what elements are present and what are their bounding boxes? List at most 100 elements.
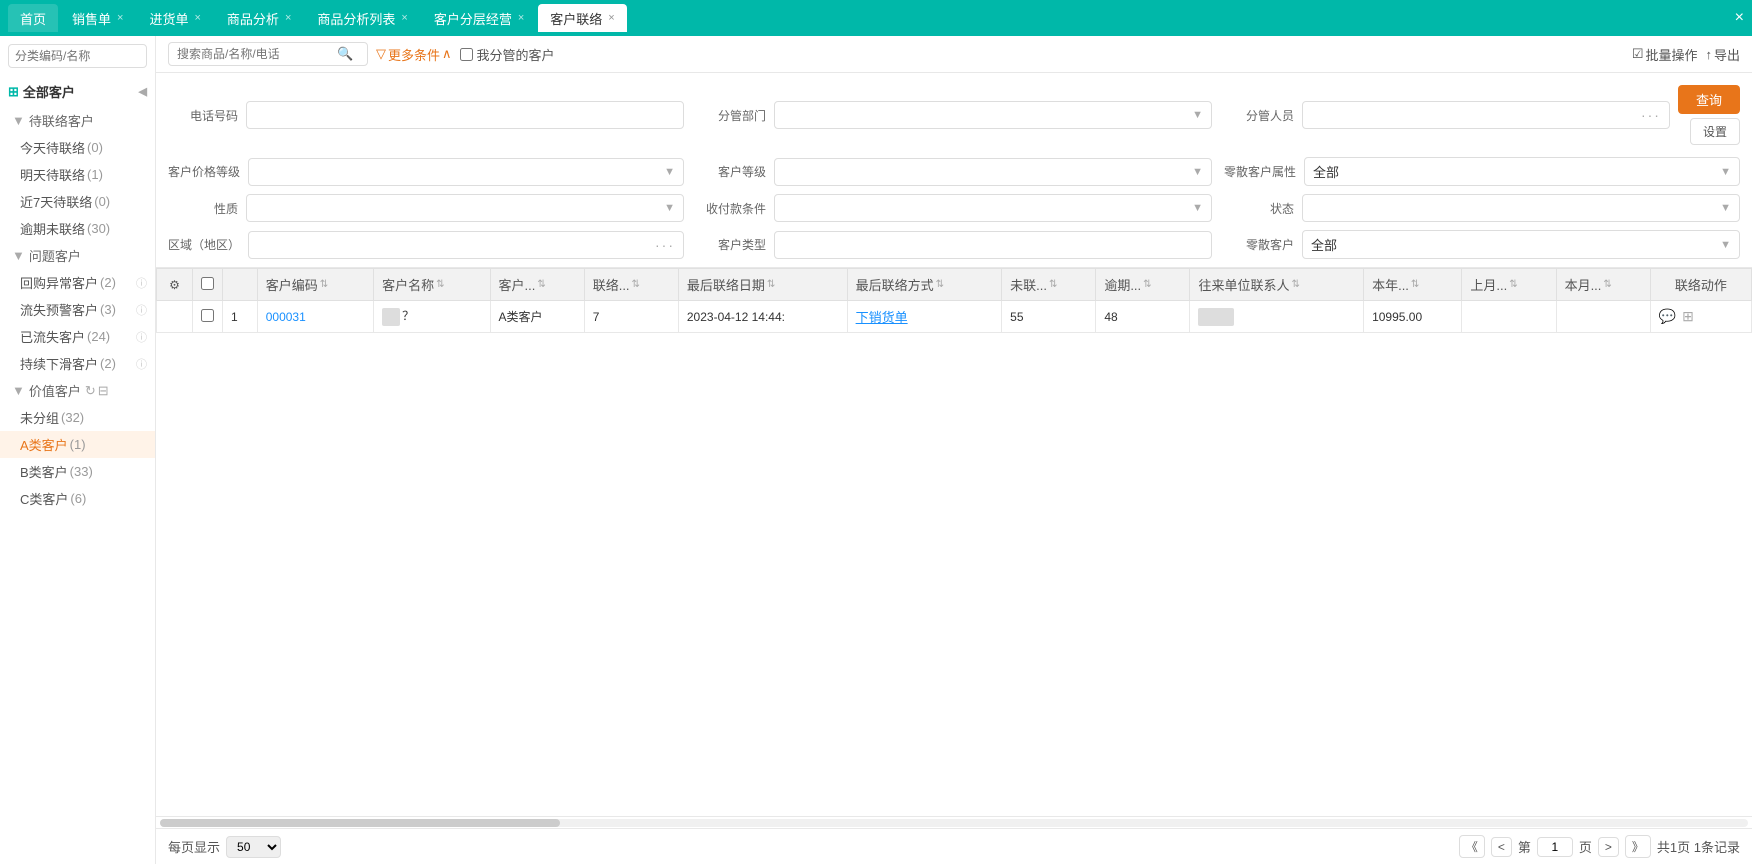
scrollbar-track[interactable] — [160, 819, 1748, 827]
sidebar-item-pending[interactable]: 今天待联络(0) — [0, 134, 155, 161]
nav-tab-sales[interactable]: 销售单× — [60, 4, 135, 32]
last-method-cell[interactable]: 下销货单 — [847, 301, 1002, 333]
sidebar-item-problem[interactable]: 已流失客户(24)ⓘ — [0, 323, 155, 350]
phone-input[interactable] — [246, 101, 684, 129]
last-date-col-header[interactable]: 最后联络日期⇅ — [678, 269, 847, 301]
this-month-col-header[interactable]: 本月...⇅ — [1556, 269, 1650, 301]
filter-search-box[interactable]: 🔍 — [168, 42, 368, 66]
sidebar-item-value[interactable]: 未分组(32) — [0, 404, 155, 431]
export-btn[interactable]: ↑ 导出 — [1705, 45, 1740, 64]
settings-btn[interactable]: 设置 — [1690, 118, 1740, 145]
customer-level-input[interactable]: ▼ — [774, 158, 1212, 186]
customer-type-input[interactable] — [774, 231, 1212, 259]
area-input[interactable]: ··· — [248, 231, 684, 259]
tab-close-customer_contact[interactable]: × — [608, 12, 614, 24]
more-filter-label: 更多条件 — [388, 45, 440, 64]
tab-close-purchase[interactable]: × — [194, 12, 200, 24]
sidebar-search[interactable]: 🔍 — [8, 44, 147, 68]
scrollbar-thumb[interactable] — [160, 819, 560, 827]
checkbox-col-header[interactable] — [193, 269, 223, 301]
sidebar-item-pending[interactable]: 近7天待联络(0) — [0, 188, 155, 215]
value-group-label: 价值客户 — [29, 381, 81, 400]
filter-search-input[interactable] — [177, 47, 337, 61]
no-contact-sort-icon: ⇅ — [1049, 279, 1057, 290]
contact-col-header[interactable]: 联络...⇅ — [584, 269, 678, 301]
sidebar-item-value[interactable]: C类客户(6) — [0, 485, 155, 512]
sidebar-item-value[interactable]: A类客户(1) — [0, 431, 155, 458]
this-month-sort-icon: ⇅ — [1603, 279, 1611, 290]
sidebar-item-problem[interactable]: 流失预警客户(3)ⓘ — [0, 296, 155, 323]
nav-tab-analysis_list[interactable]: 商品分析列表× — [305, 4, 419, 32]
payment-input[interactable]: ▼ — [774, 194, 1212, 222]
nature-arrow: ▼ — [664, 202, 675, 214]
overdue-col-header[interactable]: 逾期...⇅ — [1096, 269, 1190, 301]
price-level-input[interactable]: ▼ — [248, 158, 684, 186]
select-all-checkbox[interactable] — [201, 277, 214, 290]
page-size-select[interactable]: 5020100 — [226, 836, 281, 858]
year-sort-icon: ⇅ — [1411, 279, 1419, 290]
tab-close-customer_segment[interactable]: × — [518, 12, 524, 24]
tab-close-analysis[interactable]: × — [285, 12, 291, 24]
prev-page-btn[interactable]: < — [1491, 837, 1512, 857]
info-icon[interactable]: ⓘ — [136, 275, 147, 291]
type-col-header[interactable]: 客户...⇅ — [490, 269, 584, 301]
my-customers-input[interactable] — [460, 48, 473, 61]
nav-tab-customer_segment[interactable]: 客户分层经营× — [422, 4, 536, 32]
collapse-icon[interactable]: ◀ — [139, 85, 147, 98]
nav-tab-customer_contact[interactable]: 客户联络× — [538, 4, 626, 32]
info-icon[interactable]: ⓘ — [136, 356, 147, 372]
nature-input[interactable]: ▼ — [246, 194, 684, 222]
settings-cell — [157, 301, 193, 333]
row-checkbox[interactable] — [201, 309, 214, 322]
settings-small-icon[interactable]: ⊟ — [98, 383, 109, 399]
info-icon[interactable]: ⓘ — [136, 302, 147, 318]
last-page-btn[interactable]: 》 — [1625, 835, 1651, 858]
sidebar-item-pending[interactable]: 明天待联络(1) — [0, 161, 155, 188]
refresh-icon[interactable]: ↻ — [85, 383, 96, 399]
sidebar-item-value[interactable]: B类客户(33) — [0, 458, 155, 485]
retail-customer-input[interactable]: 全部 ▼ — [1302, 230, 1740, 259]
pending-group-header[interactable]: ▼ 待联络客户 — [0, 107, 155, 134]
tab-close-sales[interactable]: × — [117, 12, 123, 24]
last-month-col-header[interactable]: 上月...⇅ — [1462, 269, 1556, 301]
tab-close-analysis_list[interactable]: × — [401, 12, 407, 24]
info-icon[interactable]: ⓘ — [136, 329, 147, 345]
last-method-link[interactable]: 下销货单 — [856, 310, 908, 325]
window-close-icon[interactable]: × — [1735, 9, 1744, 27]
nav-tab-analysis[interactable]: 商品分析× — [215, 4, 303, 32]
sidebar-item-pending[interactable]: 逾期未联络(30) — [0, 215, 155, 242]
nav-tab-purchase[interactable]: 进货单× — [137, 4, 212, 32]
chat-icon[interactable]: 💬 — [1659, 308, 1676, 325]
first-page-btn[interactable]: 《 — [1459, 835, 1485, 858]
name-col-header[interactable]: 客户名称⇅ — [374, 269, 490, 301]
no-contact-col-header[interactable]: 未联...⇅ — [1002, 269, 1096, 301]
retail-attr-input[interactable]: 全部 ▼ — [1304, 157, 1740, 186]
code-col-header[interactable]: 客户编码⇅ — [257, 269, 373, 301]
sidebar-search-input[interactable] — [15, 49, 156, 63]
last-method-col-header[interactable]: 最后联络方式⇅ — [847, 269, 1002, 301]
checkbox-cell[interactable] — [193, 301, 223, 333]
problem-group-header[interactable]: ▼ 问题客户 — [0, 242, 155, 269]
this-year-col-header[interactable]: 本年...⇅ — [1364, 269, 1462, 301]
company-contact-col-header[interactable]: 往来单位联系人⇅ — [1190, 269, 1364, 301]
table-scrollbar[interactable] — [156, 816, 1752, 828]
my-customers-checkbox[interactable]: 我分管的客户 — [460, 45, 555, 64]
price-level-label: 客户价格等级 — [168, 163, 240, 180]
code-cell[interactable]: 000031 — [257, 301, 373, 333]
nav-home[interactable]: 首页 — [8, 4, 58, 32]
next-page-btn[interactable]: > — [1598, 837, 1619, 857]
page-input[interactable] — [1537, 837, 1573, 857]
all-customers-header[interactable]: ⊞ 全部客户 ◀ — [0, 76, 155, 107]
settings-col-header[interactable]: ⚙ — [157, 269, 193, 301]
more-filter-btn[interactable]: ▽ 更多条件 ∧ — [376, 45, 452, 64]
query-btn[interactable]: 查询 — [1678, 85, 1740, 114]
filter-search-icon[interactable]: 🔍 — [337, 46, 353, 62]
value-group-header[interactable]: ▼ 价值客户 ↻ ⊟ — [0, 377, 155, 404]
person-input[interactable]: ··· — [1302, 101, 1670, 129]
status-input[interactable]: ▼ — [1302, 194, 1740, 222]
dept-input[interactable]: ▼ — [774, 101, 1212, 129]
sidebar-item-problem[interactable]: 回购异常客户(2)ⓘ — [0, 269, 155, 296]
sidebar-item-problem[interactable]: 持续下滑客户(2)ⓘ — [0, 350, 155, 377]
batch-op-btn[interactable]: ☑ 批量操作 — [1632, 45, 1698, 64]
qrcode-icon[interactable]: ⊞ — [1682, 308, 1694, 325]
